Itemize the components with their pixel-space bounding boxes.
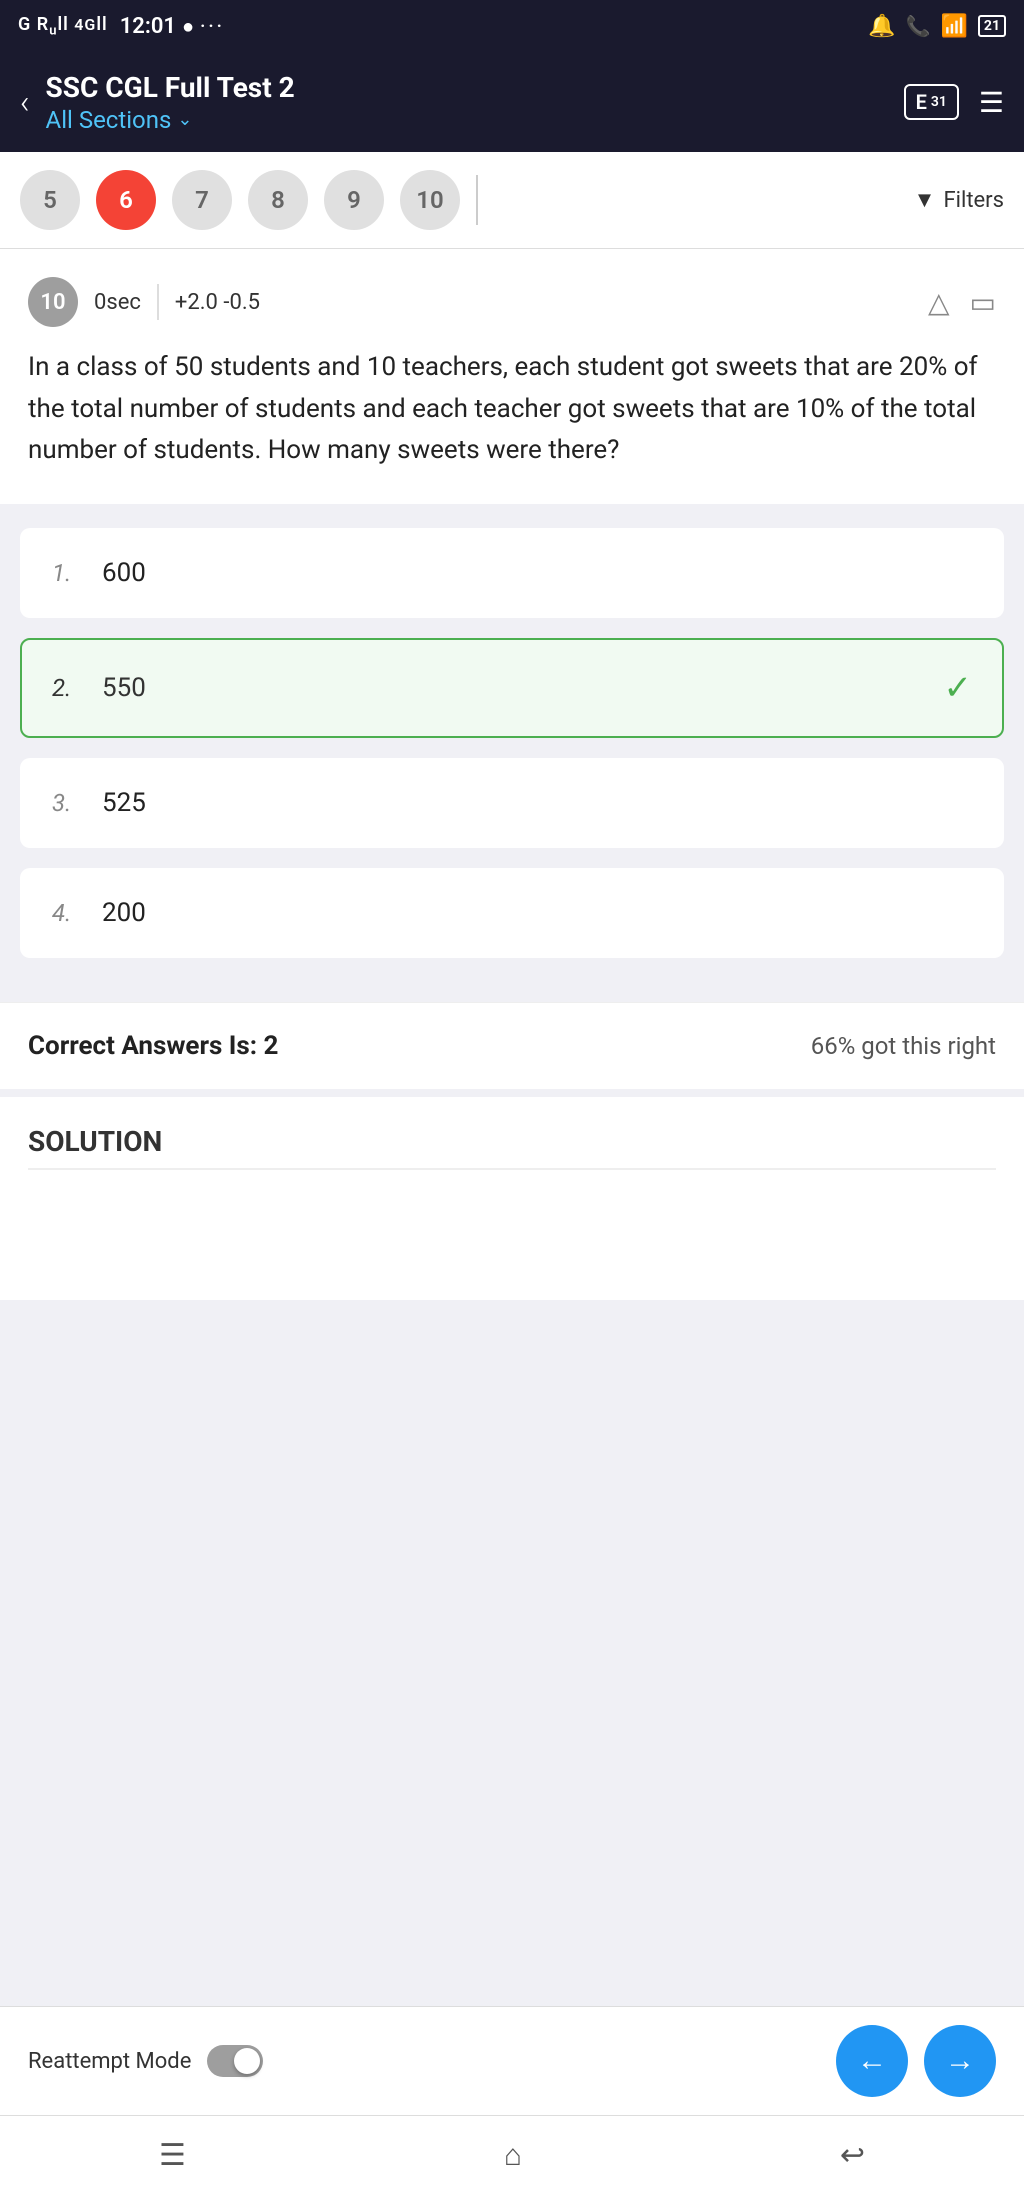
option-2-num: 2.: [52, 674, 82, 702]
meta-divider: [157, 284, 159, 320]
solution-content: [28, 1170, 996, 1290]
filter-label: Filters: [943, 188, 1004, 213]
bookmark-icon[interactable]: ▭: [970, 286, 996, 319]
wifi-icon: 📶: [941, 14, 968, 39]
hamburger-menu-icon[interactable]: ☰: [979, 86, 1004, 119]
toggle-thumb: [234, 2048, 260, 2074]
option-4-text: 200: [102, 898, 972, 928]
status-left: G Rull 4Gll 12:01 ● ···: [18, 14, 225, 39]
status-bar: G Rull 4Gll 12:01 ● ··· 🔔 📞 📶 21: [0, 0, 1024, 52]
question-time: 0sec: [94, 290, 141, 315]
status-time: 12:01: [120, 14, 176, 39]
filter-button[interactable]: ▼ Filters: [914, 187, 1004, 213]
filter-icon: ▼: [914, 187, 936, 213]
question-meta-actions: △ ▭: [928, 286, 996, 319]
option-2-text: 550: [102, 673, 924, 703]
sys-home-icon[interactable]: ⌂: [504, 2138, 522, 2173]
option-1-text: 600: [102, 558, 972, 588]
reattempt-toggle[interactable]: [207, 2045, 263, 2077]
option-2[interactable]: 2. 550 ✓: [20, 638, 1004, 738]
option-3-num: 3.: [52, 789, 82, 817]
question-navigation: 5 6 7 8 9 10 ▼ Filters: [0, 152, 1024, 249]
battery-icon: 21: [978, 15, 1006, 37]
q-nav-label: 9: [347, 186, 361, 214]
question-meta: 10 0sec +2.0 -0.5 △ ▭: [28, 277, 996, 327]
solution-section: SOLUTION: [0, 1097, 1024, 1300]
all-sections-dropdown[interactable]: All Sections ⌄: [46, 106, 888, 134]
solution-title: SOLUTION: [28, 1125, 996, 1170]
status-dot: ●: [182, 14, 194, 39]
bottom-bar: Reattempt Mode ← →: [0, 2006, 1024, 2115]
option-4-num: 4.: [52, 899, 82, 927]
question-text: In a class of 50 students and 10 teacher…: [28, 347, 996, 472]
all-sections-label: All Sections: [46, 106, 172, 134]
options-container: 1. 600 2. 550 ✓ 3. 525 4. 200: [0, 504, 1024, 1002]
correct-check-icon: ✓: [944, 668, 973, 708]
sys-back-icon[interactable]: ↩: [840, 2138, 865, 2173]
question-nav-item-10[interactable]: 10: [400, 170, 460, 230]
question-nav-item-5[interactable]: 5: [20, 170, 80, 230]
q-nav-label: 5: [43, 186, 57, 214]
back-button[interactable]: ‹: [20, 83, 30, 121]
q-nav-label: 6: [119, 186, 133, 214]
sys-menu-icon[interactable]: ☰: [159, 2138, 186, 2173]
status-right: 🔔 📞 📶 21: [868, 14, 1006, 39]
header-title: SSC CGL Full Test 2: [46, 71, 888, 104]
correct-answer-stat: 66% got this right: [811, 1032, 996, 1060]
question-number-badge: 10: [28, 277, 78, 327]
question-nav-item-8[interactable]: 8: [248, 170, 308, 230]
alert-icon[interactable]: △: [928, 286, 950, 319]
chevron-down-icon: ⌄: [177, 109, 192, 130]
question-nav-item-9[interactable]: 9: [324, 170, 384, 230]
header-actions: E 31 ☰: [904, 84, 1004, 120]
next-question-button[interactable]: →: [924, 2025, 996, 2097]
scroll-spacer: [0, 1300, 1024, 1600]
nav-divider: [476, 175, 478, 225]
app-header: ‹ SSC CGL Full Test 2 All Sections ⌄ E 3…: [0, 52, 1024, 152]
question-marks: +2.0 -0.5: [175, 290, 260, 315]
question-nav-item-6[interactable]: 6: [96, 170, 156, 230]
reattempt-section: Reattempt Mode: [28, 2045, 263, 2077]
question-container: 10 0sec +2.0 -0.5 △ ▭ In a class of 50 s…: [0, 249, 1024, 504]
system-nav-bar: ☰ ⌂ ↩: [0, 2115, 1024, 2195]
phone-icon: 📞: [906, 14, 931, 38]
q-nav-label: 8: [271, 186, 285, 214]
prev-question-button[interactable]: ←: [836, 2025, 908, 2097]
language-sub-num: 31: [931, 94, 947, 110]
carrier-text: G Rull 4Gll: [18, 14, 108, 39]
option-4[interactable]: 4. 200: [20, 868, 1004, 958]
q-nav-label: 7: [195, 186, 209, 214]
q-nav-label: 10: [416, 186, 443, 214]
option-3-text: 525: [102, 788, 972, 818]
status-dots: ···: [200, 16, 225, 37]
correct-answer-section: Correct Answers Is: 2 66% got this right: [0, 1002, 1024, 1089]
option-1-num: 1.: [52, 559, 82, 587]
option-3[interactable]: 3. 525: [20, 758, 1004, 848]
language-letter: E: [916, 90, 927, 114]
language-badge[interactable]: E 31: [904, 84, 959, 120]
question-nav-item-7[interactable]: 7: [172, 170, 232, 230]
reattempt-label: Reattempt Mode: [28, 2049, 191, 2074]
notification-icon: 🔔: [868, 14, 895, 39]
header-title-section: SSC CGL Full Test 2 All Sections ⌄: [46, 71, 888, 134]
option-1[interactable]: 1. 600: [20, 528, 1004, 618]
correct-answer-label: Correct Answers Is: 2: [28, 1031, 278, 1061]
navigation-buttons: ← →: [836, 2025, 996, 2097]
